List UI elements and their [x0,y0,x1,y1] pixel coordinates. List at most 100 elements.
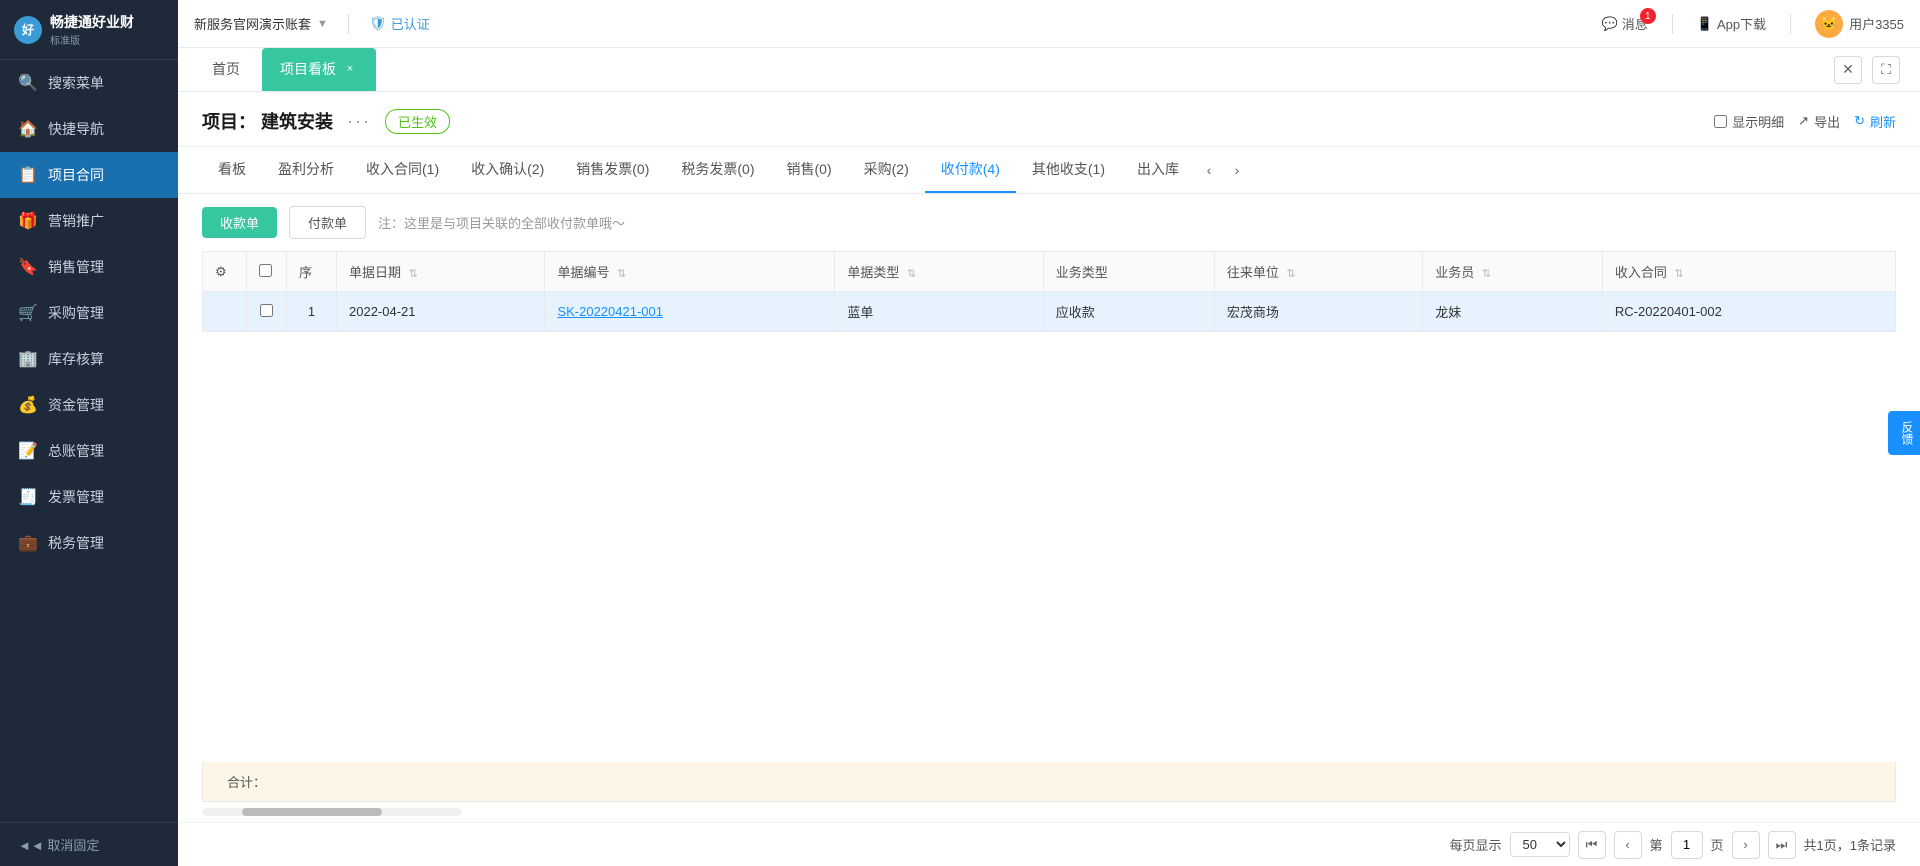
payment-filter-button[interactable]: 付款单 [289,206,366,239]
prev-page-button[interactable]: ‹ [1614,831,1642,859]
tab-project-board[interactable]: 项目看板 × [262,48,376,91]
project-name: 新服务官网演示账套 [194,14,311,33]
sidebar-item-label: 快捷导航 [48,119,104,139]
search-icon: 🔍 [18,73,38,93]
app-download-button[interactable]: 📱 App下载 [1697,14,1766,33]
td-partner: 宏茂商场 [1214,292,1422,332]
shield-icon: 🛡 [369,15,387,32]
subtab-other-income[interactable]: 其他收支(1) [1016,147,1121,193]
user-menu[interactable]: 🐱 用户3355 [1815,10,1904,38]
code-link[interactable]: SK-20220421-001 [557,304,663,319]
th-code[interactable]: 单据编号 ⇅ [545,252,835,292]
project-status-badge: 已生效 [385,109,450,134]
table-header-row: ⚙ 序 单据日期 ⇅ 单据编号 ⇅ 单据类型 ⇅ [203,252,1896,292]
sidebar-item-marketing[interactable]: 🎁 营销推广 [0,198,178,244]
sidebar-header: 好 畅捷通好业财 标准版 [0,0,178,60]
maximize-button[interactable]: ⛶ [1872,56,1900,84]
subtab-in-out[interactable]: 出入库 [1121,147,1195,193]
fund-icon: 💰 [18,395,38,415]
th-num: 序 [287,252,337,292]
next-page-button[interactable]: › [1732,831,1760,859]
td-contract: RC-20220401-002 [1602,292,1895,332]
sidebar-item-invoice[interactable]: 🧾 发票管理 [0,474,178,520]
last-page-button[interactable]: ⏭ [1768,831,1796,859]
scroll-thumb[interactable] [242,808,382,816]
user-avatar: 🐱 [1815,10,1843,38]
topbar-divider [348,14,349,34]
show-detail-checkbox[interactable]: 显示明细 [1714,112,1784,131]
subtab-sales-invoice[interactable]: 销售发票(0) [560,147,665,193]
sidebar-item-sales[interactable]: 🔖 销售管理 [0,244,178,290]
topbar: 新服务官网演示账套 ▼ 🛡 已认证 💬 消息 1 📱 App下载 🐱 用户335… [178,0,1920,48]
th-contract[interactable]: 收入合同 ⇅ [1602,252,1895,292]
th-settings[interactable]: ⚙ [203,252,247,292]
show-detail-input[interactable] [1714,115,1727,128]
feedback-button[interactable]: 反馈 [1888,411,1920,455]
messages-button[interactable]: 💬 消息 1 [1602,14,1648,33]
purchase-icon: 🛒 [18,303,38,323]
subtab-tax-invoice[interactable]: 税务发票(0) [665,147,770,193]
sidebar-item-ledger[interactable]: 📝 总账管理 [0,428,178,474]
sidebar-item-search[interactable]: 🔍 搜索菜单 [0,60,178,106]
app-download-label: App下载 [1717,14,1766,33]
app-title-block: 畅捷通好业财 标准版 [50,12,134,47]
contract-sort-icon: ⇅ [1674,268,1683,280]
sidebar-item-inventory[interactable]: 🏢 库存核算 [0,336,178,382]
sidebar-item-label: 发票管理 [48,487,104,507]
subtab-receipts[interactable]: 收付款(4) [925,147,1016,193]
subtab-revenue-confirm[interactable]: 收入确认(2) [455,147,560,193]
table-container: ⚙ 序 单据日期 ⇅ 单据编号 ⇅ 单据类型 ⇅ [178,251,1920,762]
th-partner[interactable]: 往来单位 ⇅ [1214,252,1422,292]
subtab-sales[interactable]: 销售(0) [771,147,848,193]
sidebar-item-label: 资金管理 [48,395,104,415]
show-detail-label: 显示明细 [1732,112,1784,131]
td-date: 2022-04-21 [337,292,545,332]
project-more-button[interactable]: ··· [347,111,371,132]
sidebar-item-label: 项目合同 [48,165,104,185]
sidebar-item-purchase[interactable]: 🛒 采购管理 [0,290,178,336]
topbar-divider2 [1672,14,1673,34]
subtab-purchase[interactable]: 采购(2) [848,147,925,193]
close-window-button[interactable]: ✕ [1834,56,1862,84]
sidebar-item-fund[interactable]: 💰 资金管理 [0,382,178,428]
subtab-next-arrow[interactable]: › [1223,156,1251,184]
th-type[interactable]: 单据类型 ⇅ [835,252,1043,292]
tab-close-button[interactable]: × [342,61,358,77]
subtab-kanban[interactable]: 看板 [202,147,262,193]
export-button[interactable]: ↗ 导出 [1798,112,1840,131]
app-logo: 好 [14,16,42,44]
refresh-button[interactable]: ↻ 刷新 [1854,112,1896,131]
subtab-revenue-contract[interactable]: 收入合同(1) [350,147,455,193]
first-page-button[interactable]: ⏮ [1578,831,1606,859]
data-table: ⚙ 序 单据日期 ⇅ 单据编号 ⇅ 单据类型 ⇅ [202,251,1896,332]
select-all-checkbox[interactable] [259,264,272,277]
sidebar-item-tax[interactable]: 💼 税务管理 [0,520,178,566]
unpin-label: ◄◄ 取消固定 [18,835,99,854]
tax-icon: 💼 [18,533,38,553]
receipts-filter-button[interactable]: 收款单 [202,207,277,238]
sidebar-item-contract[interactable]: 📋 项目合同 [0,152,178,198]
project-dropdown-arrow: ▼ [317,18,328,30]
th-date[interactable]: 单据日期 ⇅ [337,252,545,292]
sidebar-item-nav[interactable]: 🏠 快捷导航 [0,106,178,152]
app-edition: 标准版 [50,32,134,47]
inventory-icon: 🏢 [18,349,38,369]
per-page-select[interactable]: 50 10 20 100 [1510,832,1570,857]
scroll-track[interactable] [202,808,462,816]
app-name: 畅捷通好业财 [50,12,134,32]
table-row: 1 2022-04-21 SK-20220421-001 蓝单 应收款 宏茂商场… [203,292,1896,332]
th-salesman[interactable]: 业务员 ⇅ [1423,252,1603,292]
tab-home-label: 首页 [212,59,240,79]
subtab-prev-arrow[interactable]: ‹ [1195,156,1223,184]
project-selector[interactable]: 新服务官网演示账套 ▼ [194,14,328,33]
td-type: 蓝单 [835,292,1043,332]
per-page-label: 每页显示 [1449,835,1501,854]
row-checkbox[interactable] [260,304,273,317]
main-area: 新服务官网演示账套 ▼ 🛡 已认证 💬 消息 1 📱 App下载 🐱 用户335… [178,0,1920,866]
tab-home[interactable]: 首页 [194,48,258,91]
certified-badge: 🛡 已认证 [369,14,430,33]
subtab-profit[interactable]: 盈利分析 [262,147,350,193]
marketing-icon: 🎁 [18,211,38,231]
sidebar-unpin-button[interactable]: ◄◄ 取消固定 [0,822,178,866]
sidebar-nav-list: 🔍 搜索菜单 🏠 快捷导航 📋 项目合同 🎁 营销推广 🔖 销售管理 🛒 采购管… [0,60,178,822]
